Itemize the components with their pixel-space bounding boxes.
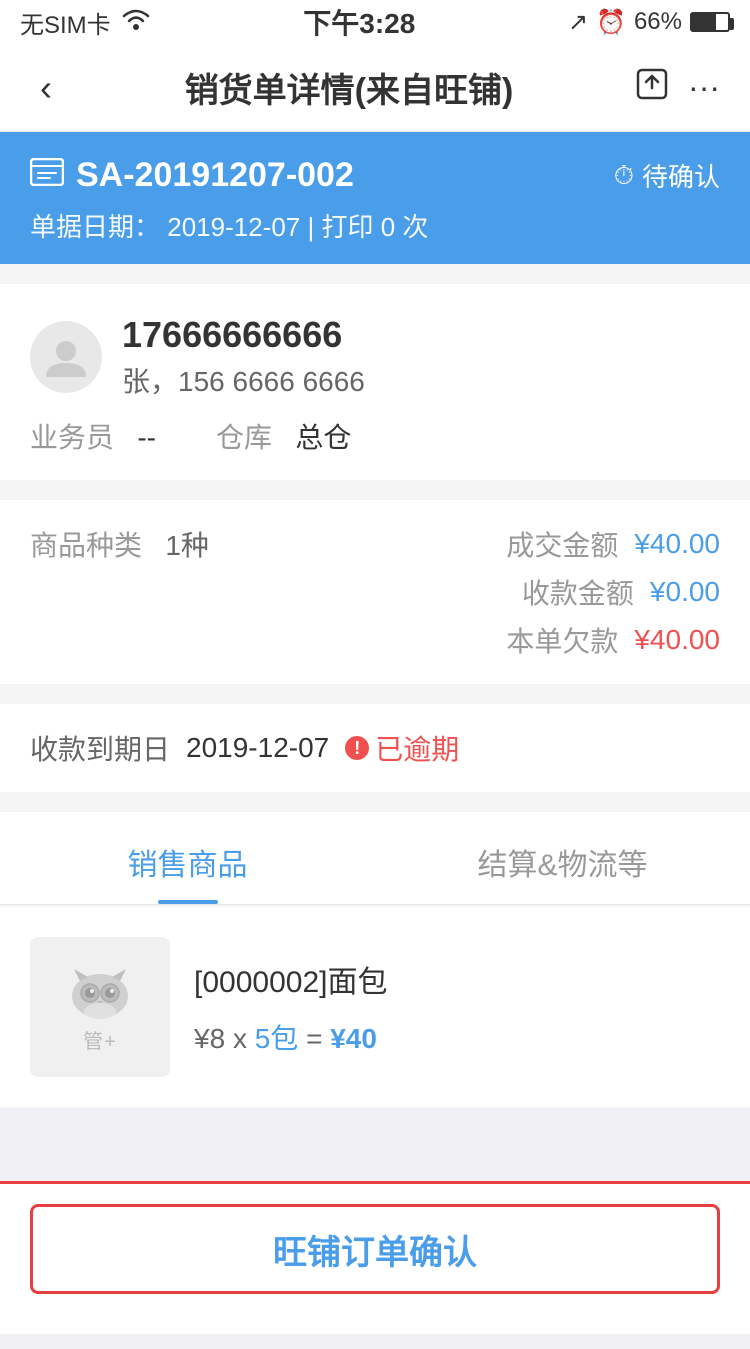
alarm-icon: ⏰ <box>596 8 626 37</box>
product-title: 面包 <box>327 966 387 999</box>
carrier-text: 无SIM卡 <box>20 5 111 40</box>
print-info: 打印 0 次 <box>321 212 428 242</box>
due-date-value: 2019-12-07 <box>186 732 329 764</box>
order-id-row: SA-20191207-002 ⏱ 待确认 <box>30 156 720 195</box>
status-clock-icon: ⏱ <box>614 160 634 192</box>
product-image: 管+ <box>30 937 170 1077</box>
status-right: ↗ ⏰ 66% <box>568 8 730 37</box>
product-info: [0000002]面包 ¥8 x 5包 = ¥40 <box>194 957 720 1057</box>
order-header: SA-20191207-002 ⏱ 待确认 单据日期： 2019-12-07 |… <box>0 132 750 264</box>
order-date-row: 单据日期： 2019-12-07 | 打印 0 次 <box>30 207 720 244</box>
summary-right: 成交金额 ¥40.00 收款金额 ¥0.00 本单欠款 ¥40.00 <box>506 524 720 660</box>
product-total: ¥40 <box>330 1023 377 1054</box>
order-icon <box>30 156 64 195</box>
owed-amount-label: 本单欠款 <box>506 620 618 660</box>
order-date: 2019-12-07 <box>167 212 300 242</box>
customer-top: 17666666666 张，156 6666 6666 <box>30 314 720 400</box>
customer-info: 17666666666 张，156 6666 6666 <box>122 314 365 400</box>
tab-settlement[interactable]: 结算&物流等 <box>375 812 750 904</box>
tab-products-label: 销售商品 <box>128 849 248 882</box>
deal-amount-row: 成交金额 ¥40.00 <box>506 524 720 564</box>
status-time: 下午3:28 <box>303 2 415 42</box>
order-status: ⏱ 待确认 <box>614 157 720 194</box>
tabs-container: 销售商品 结算&物流等 <box>0 812 750 905</box>
product-logo: 管+ <box>60 961 140 1054</box>
deal-amount-label: 成交金额 <box>506 524 618 564</box>
status-text: 待确认 <box>642 157 720 194</box>
customer-card: 17666666666 张，156 6666 6666 业务员 -- 仓库 总仓 <box>0 284 750 480</box>
warehouse-value: 总仓 <box>295 422 351 453</box>
received-amount-label: 收款金额 <box>522 572 634 612</box>
status-left: 无SIM卡 <box>20 5 151 40</box>
date-separator: | <box>307 212 321 242</box>
product-logo-watermark: 管+ <box>83 1025 117 1054</box>
summary-card: 商品种类 1种 成交金额 ¥40.00 收款金额 ¥0.00 本单欠款 ¥40.… <box>0 500 750 684</box>
product-price: ¥8 <box>194 1023 225 1054</box>
date-label: 单据日期： <box>30 212 160 242</box>
status-bar: 无SIM卡 下午3:28 ↗ ⏰ 66% <box>0 0 750 44</box>
product-code: [0000002] <box>194 966 327 999</box>
due-date-card: 收款到期日 2019-12-07 ! 已逾期 <box>0 704 750 792</box>
product-price-row: ¥8 x 5包 = ¥40 <box>194 1017 720 1057</box>
product-item: 管+ [0000002]面包 ¥8 x 5包 = ¥40 <box>0 907 750 1107</box>
deal-amount-value: ¥40.00 <box>634 528 720 560</box>
received-amount-row: 收款金额 ¥0.00 <box>522 572 720 612</box>
summary-left: 商品种类 1种 <box>30 524 209 564</box>
product-type-value: 1种 <box>165 530 209 561</box>
equals-sign: = <box>306 1023 330 1054</box>
avatar <box>30 321 102 393</box>
confirm-order-button[interactable]: 旺铺订单确认 <box>30 1204 720 1294</box>
nav-actions: ··· <box>636 68 720 108</box>
back-button[interactable]: ‹ <box>30 57 62 119</box>
tabs-row: 销售商品 结算&物流等 <box>0 812 750 904</box>
customer-name: 张，156 6666 6666 <box>122 360 365 400</box>
battery-percentage: 66% <box>634 8 682 36</box>
battery-icon <box>690 12 730 32</box>
overdue-text: 已逾期 <box>375 728 459 768</box>
multiply-sign: x <box>233 1023 255 1054</box>
customer-meta: 业务员 -- 仓库 总仓 <box>30 416 720 456</box>
page-title: 销货单详情(来自旺铺) <box>185 63 514 112</box>
product-type-label: 商品种类 <box>30 530 142 561</box>
salesman-item: 业务员 -- <box>30 416 156 456</box>
share-icon[interactable] <box>636 68 668 108</box>
more-icon[interactable]: ··· <box>688 69 720 106</box>
location-icon: ↗ <box>568 8 588 37</box>
order-id-text: SA-20191207-002 <box>76 156 354 195</box>
due-date-label: 收款到期日 <box>30 728 170 768</box>
product-list: 管+ [0000002]面包 ¥8 x 5包 = ¥40 <box>0 907 750 1107</box>
bottom-bar: 旺铺订单确认 <box>0 1181 750 1334</box>
nav-bar: ‹ 销货单详情(来自旺铺) ··· <box>0 44 750 132</box>
customer-phone: 17666666666 <box>122 314 365 356</box>
owed-amount-value: ¥40.00 <box>634 624 720 656</box>
received-amount-value: ¥0.00 <box>650 576 720 608</box>
owed-amount-row: 本单欠款 ¥40.00 <box>506 620 720 660</box>
warehouse-item: 仓库 总仓 <box>216 416 351 456</box>
product-quantity: 5包 <box>255 1023 299 1054</box>
overdue-badge: ! 已逾期 <box>345 728 459 768</box>
tab-settlement-label: 结算&物流等 <box>477 849 647 882</box>
product-type-row: 商品种类 1种 <box>30 524 209 564</box>
wifi-icon <box>121 8 151 37</box>
tab-products[interactable]: 销售商品 <box>0 812 375 904</box>
salesman-label: 业务员 <box>30 422 114 453</box>
salesman-value: -- <box>137 422 156 453</box>
order-id: SA-20191207-002 <box>30 156 354 195</box>
warehouse-label: 仓库 <box>216 422 272 453</box>
product-name: [0000002]面包 <box>194 957 720 1001</box>
overdue-icon: ! <box>345 736 369 760</box>
